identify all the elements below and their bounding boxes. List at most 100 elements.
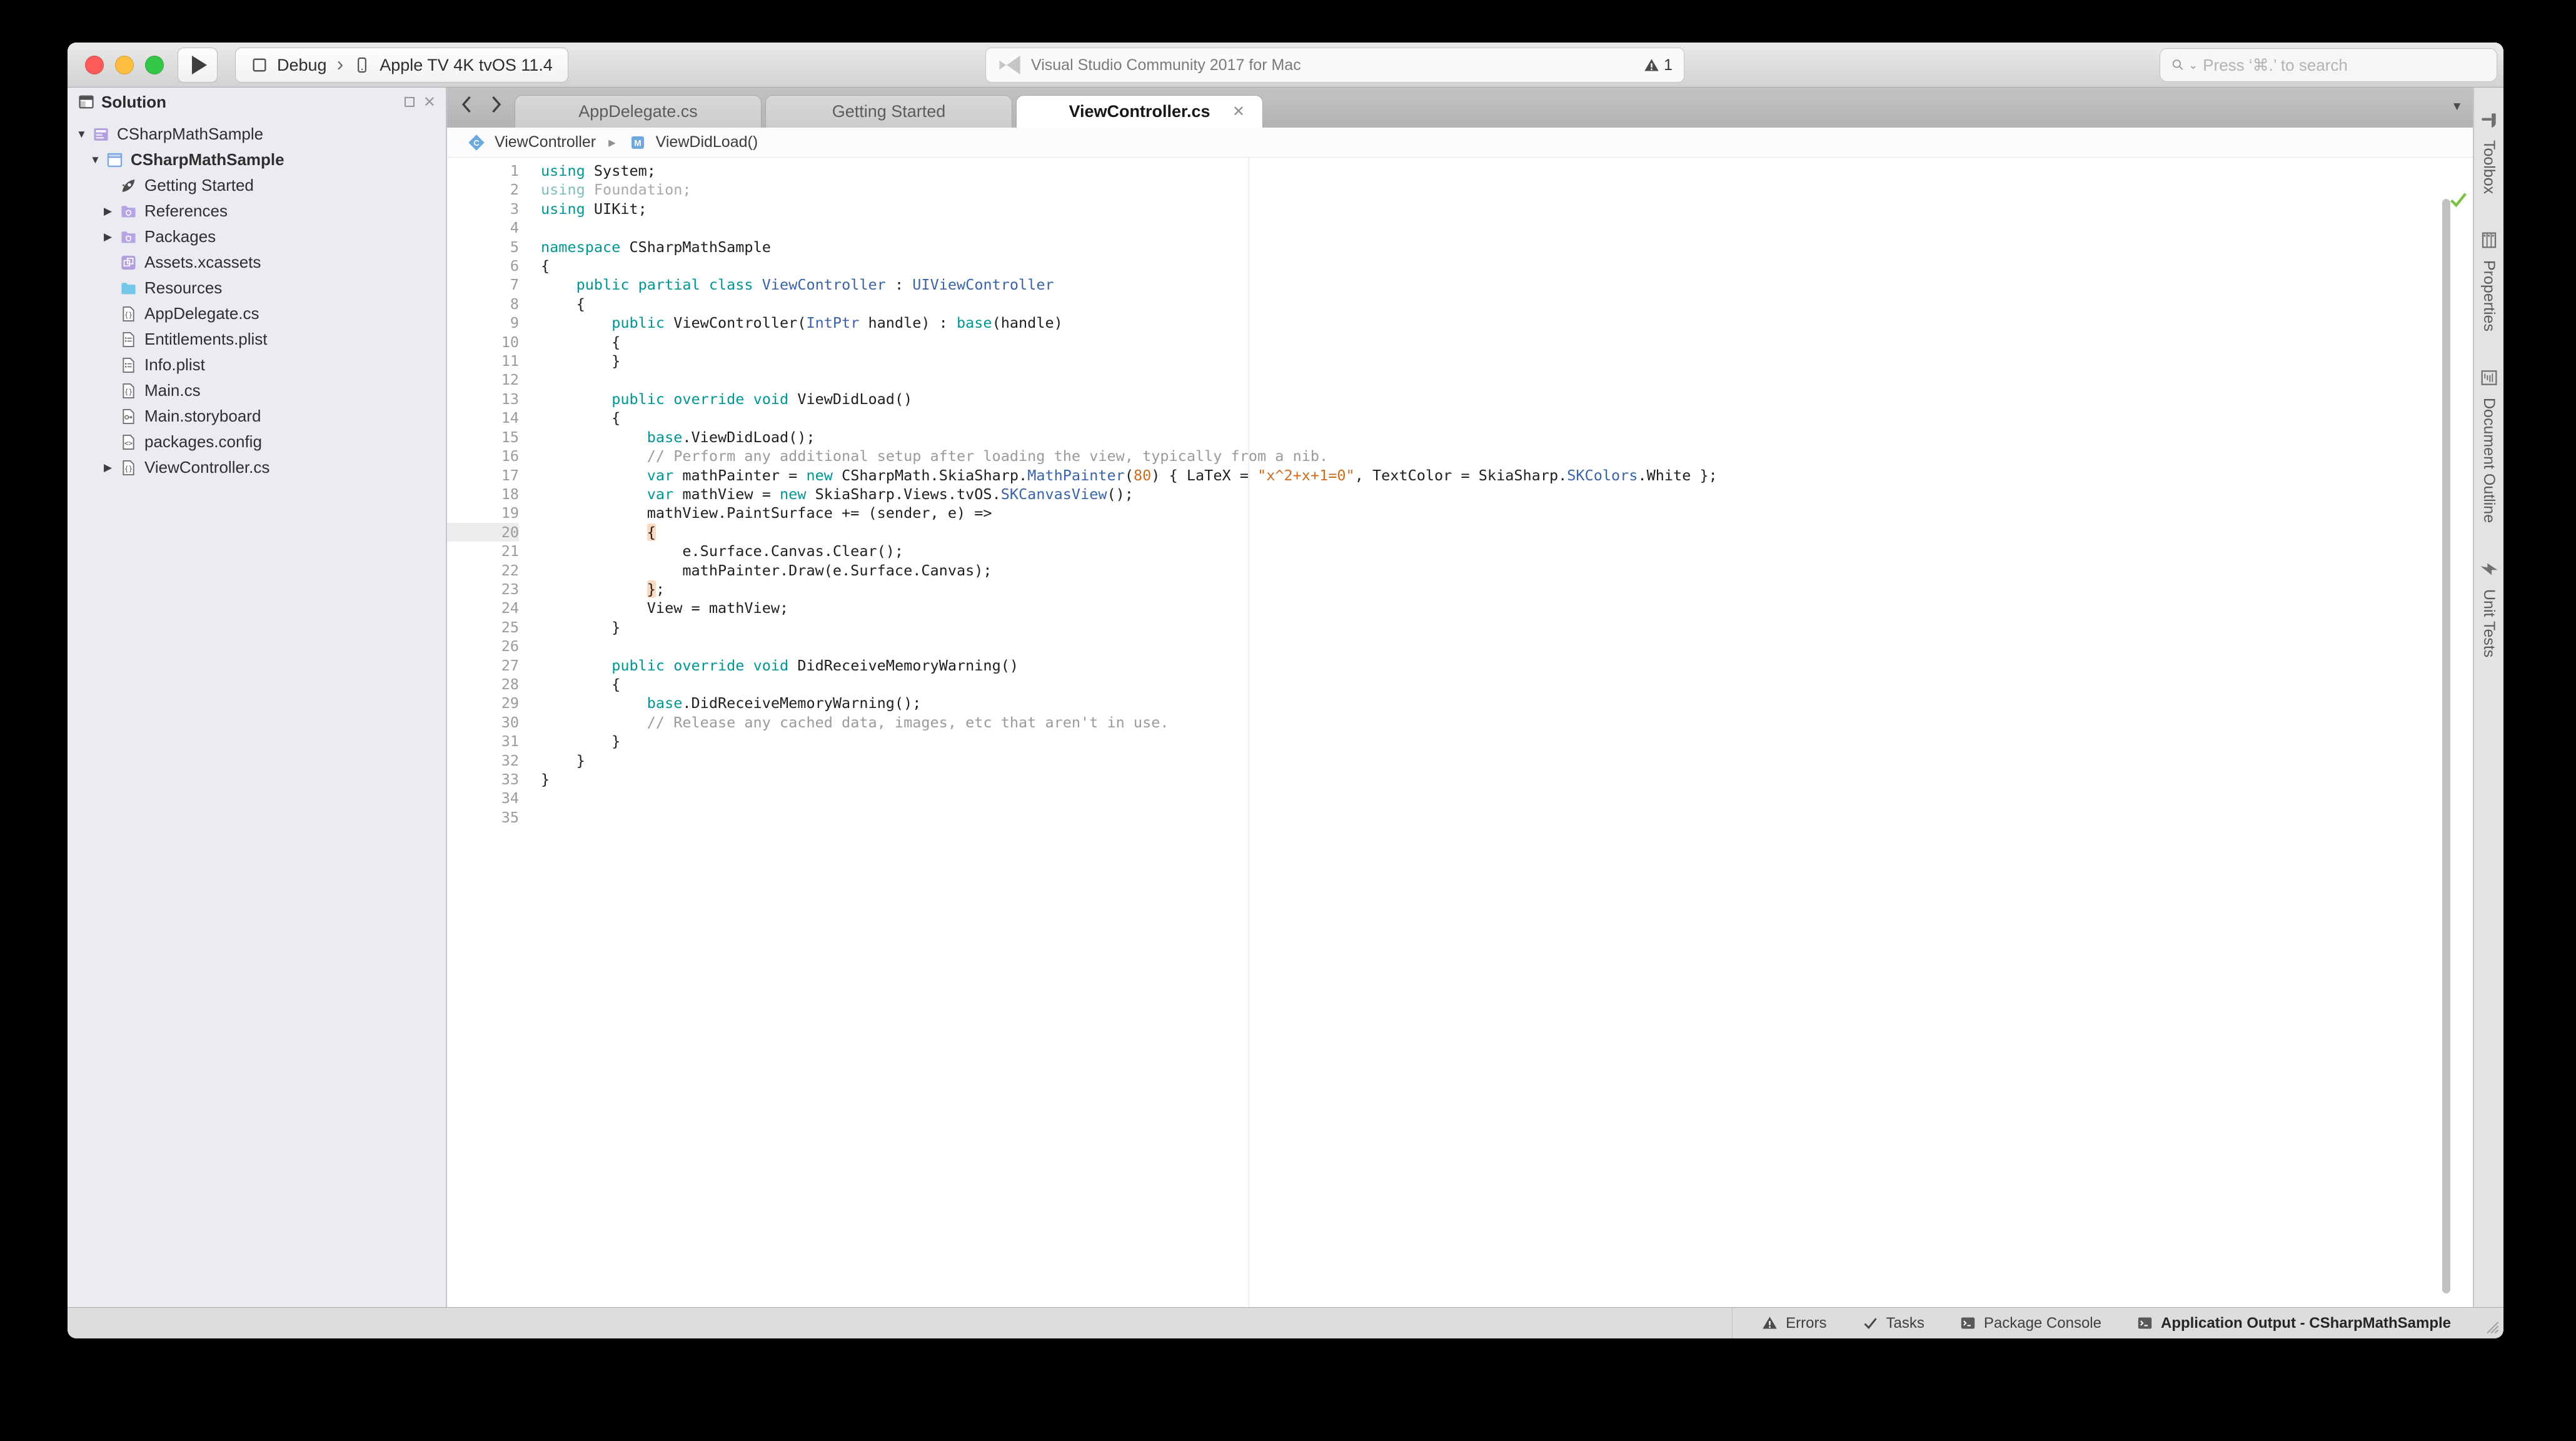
- code-line[interactable]: 32 }: [447, 751, 2473, 770]
- tab-label: ViewController.cs: [1069, 102, 1210, 121]
- code-line[interactable]: 33}: [447, 770, 2473, 789]
- code-editor[interactable]: 1 using System; 2 using Foundation; 3 using U…: [447, 158, 2473, 1307]
- expander-open-icon[interactable]: ▼: [76, 128, 91, 141]
- search-box[interactable]: ⌄: [2160, 48, 2497, 82]
- build-configuration-selector[interactable]: Debug › Apple TV 4K tvOS 11.4: [235, 48, 568, 83]
- code-line[interactable]: 24 View = mathView;: [447, 599, 2473, 617]
- status-item[interactable]: Application Output - CSharpMathSample: [2136, 1315, 2451, 1332]
- breadcrumb-class[interactable]: ViewController: [495, 133, 596, 151]
- dock-tab-toolbox[interactable]: Toolbox: [2479, 110, 2499, 194]
- dock-tab-properties[interactable]: Properties: [2479, 230, 2499, 331]
- code-line[interactable]: 34: [447, 789, 2473, 807]
- breadcrumb-member[interactable]: ViewDidLoad(): [656, 133, 758, 151]
- tab-overflow-button[interactable]: ▼: [2451, 100, 2463, 114]
- warnings-button[interactable]: 1: [1643, 56, 1673, 74]
- code-line[interactable]: 28 {: [447, 675, 2473, 694]
- run-button[interactable]: [178, 48, 218, 83]
- line-number: 14: [501, 409, 519, 427]
- code-line[interactable]: 4: [447, 218, 2473, 237]
- tree-item[interactable]: Info.plist: [68, 352, 446, 378]
- solution-pad-header: Solution ✕: [68, 88, 446, 116]
- code-line[interactable]: 6{: [447, 256, 2473, 275]
- code-text: }: [541, 771, 550, 788]
- code-line[interactable]: 18 var mathView = new SkiaSharp.Views.tv…: [447, 485, 2473, 503]
- zoom-window-button[interactable]: [145, 56, 164, 74]
- expander-open-icon[interactable]: ▼: [90, 154, 105, 166]
- close-icon[interactable]: ✕: [423, 93, 436, 111]
- status-item[interactable]: Package Console: [1960, 1315, 2101, 1332]
- dock-tab-unit-tests[interactable]: Unit Tests: [2479, 559, 2499, 658]
- expander-closed-icon[interactable]: ▶: [104, 205, 119, 218]
- close-icon[interactable]: ✕: [1232, 103, 1245, 121]
- dock-tab-label: Toolbox: [2480, 140, 2498, 195]
- tab-label: AppDelegate.cs: [578, 102, 698, 121]
- navigate-back-button[interactable]: [456, 92, 478, 117]
- code-line[interactable]: 14 {: [447, 408, 2473, 427]
- code-line[interactable]: 21 e.Surface.Canvas.Clear();: [447, 542, 2473, 560]
- code-line[interactable]: 19 mathView.PaintSurface += (sender, e) …: [447, 503, 2473, 522]
- code-line[interactable]: 25 }: [447, 618, 2473, 637]
- line-number: 1: [510, 162, 519, 179]
- code-line[interactable]: 26: [447, 637, 2473, 655]
- tree-item[interactable]: ▶ References: [68, 198, 446, 224]
- search-input[interactable]: [2203, 55, 2487, 75]
- code-line[interactable]: 15 base.ViewDidLoad();: [447, 428, 2473, 447]
- code-line[interactable]: 2 using Foundation;: [447, 180, 2473, 199]
- close-window-button[interactable]: [85, 56, 104, 74]
- code-line[interactable]: 11 }: [447, 351, 2473, 370]
- status-item-label: Package Console: [1983, 1314, 2101, 1332]
- code-line[interactable]: 27 public override void DidReceiveMemory…: [447, 656, 2473, 675]
- tree-item[interactable]: Main.storyboard: [68, 403, 446, 429]
- auto-hide-icon[interactable]: [402, 94, 417, 109]
- status-item[interactable]: Tasks: [1862, 1315, 1924, 1332]
- tree-item[interactable]: Entitlements.plist: [68, 326, 446, 352]
- code-line[interactable]: 13 public override void ViewDidLoad(): [447, 390, 2473, 408]
- tree-item[interactable]: ▼ CSharpMathSample: [68, 147, 446, 173]
- resize-grip[interactable]: [2481, 1316, 2500, 1335]
- code-text: mathPainter.Draw(e.Surface.Canvas);: [541, 561, 992, 579]
- code-line[interactable]: 10 {: [447, 333, 2473, 351]
- editor-tab[interactable]: ViewController.cs ✕: [1016, 95, 1263, 128]
- code-line[interactable]: 9 public ViewController(IntPtr handle) :…: [447, 313, 2473, 332]
- tree-item[interactable]: ▼ CSharpMathSample: [68, 121, 446, 147]
- tree-item[interactable]: {} AppDelegate.cs: [68, 301, 446, 326]
- editor-tab[interactable]: Getting Started: [765, 95, 1012, 128]
- tree-item[interactable]: Assets.xcassets: [68, 250, 446, 275]
- code-line[interactable]: 8 {: [447, 295, 2473, 313]
- code-line[interactable]: 17 var mathPainter = new CSharpMath.Skia…: [447, 466, 2473, 485]
- code-line[interactable]: 1 using System;: [447, 161, 2473, 180]
- code-line[interactable]: 23 };: [447, 580, 2473, 599]
- code-line[interactable]: 20 {: [447, 522, 2473, 542]
- code-line[interactable]: 22 mathPainter.Draw(e.Surface.Canvas);: [447, 561, 2473, 580]
- tree-item[interactable]: Getting Started: [68, 173, 446, 198]
- code-line[interactable]: 29 base.DidReceiveMemoryWarning();: [447, 694, 2473, 712]
- code-line[interactable]: 31 }: [447, 732, 2473, 751]
- solution-pad-title: Solution: [101, 92, 166, 111]
- code-line[interactable]: 16 // Perform any additional setup after…: [447, 447, 2473, 465]
- line-number: 3: [510, 200, 519, 218]
- status-item[interactable]: Errors: [1761, 1315, 1827, 1332]
- tree-item[interactable]: ▶ {} ViewController.cs: [68, 455, 446, 480]
- desktop: Debug › Apple TV 4K tvOS 11.4 Visual Stu…: [0, 0, 2576, 1441]
- minimize-window-button[interactable]: [115, 56, 134, 74]
- tree-item[interactable]: {} Main.cs: [68, 378, 446, 403]
- code-line[interactable]: 5 namespace CSharpMathSample: [447, 238, 2473, 256]
- dock-tab-document-outline[interactable]: Document Outline: [2479, 368, 2499, 523]
- code-line[interactable]: 7 public partial class ViewController : …: [447, 275, 2473, 294]
- tree-item-label: CSharpMathSample: [117, 124, 264, 143]
- code-line[interactable]: 12: [447, 370, 2473, 389]
- tree-item[interactable]: Resources: [68, 275, 446, 301]
- expander-closed-icon[interactable]: ▶: [104, 462, 119, 474]
- line-number: 13: [501, 390, 519, 408]
- code-line[interactable]: 30 // Release any cached data, images, e…: [447, 713, 2473, 732]
- folder-blue-icon: [119, 280, 138, 297]
- tree-item[interactable]: <> packages.config: [68, 429, 446, 455]
- editor-scrollbar[interactable]: [2442, 199, 2450, 1293]
- svg-text:{}: {}: [124, 465, 133, 473]
- code-line[interactable]: 3 using UIKit;: [447, 200, 2473, 218]
- editor-tab[interactable]: AppDelegate.cs: [515, 95, 762, 128]
- tree-item[interactable]: ▶ Packages: [68, 224, 446, 250]
- navigate-forward-button[interactable]: [485, 92, 507, 117]
- expander-closed-icon[interactable]: ▶: [104, 231, 119, 243]
- code-line[interactable]: 35: [447, 808, 2473, 827]
